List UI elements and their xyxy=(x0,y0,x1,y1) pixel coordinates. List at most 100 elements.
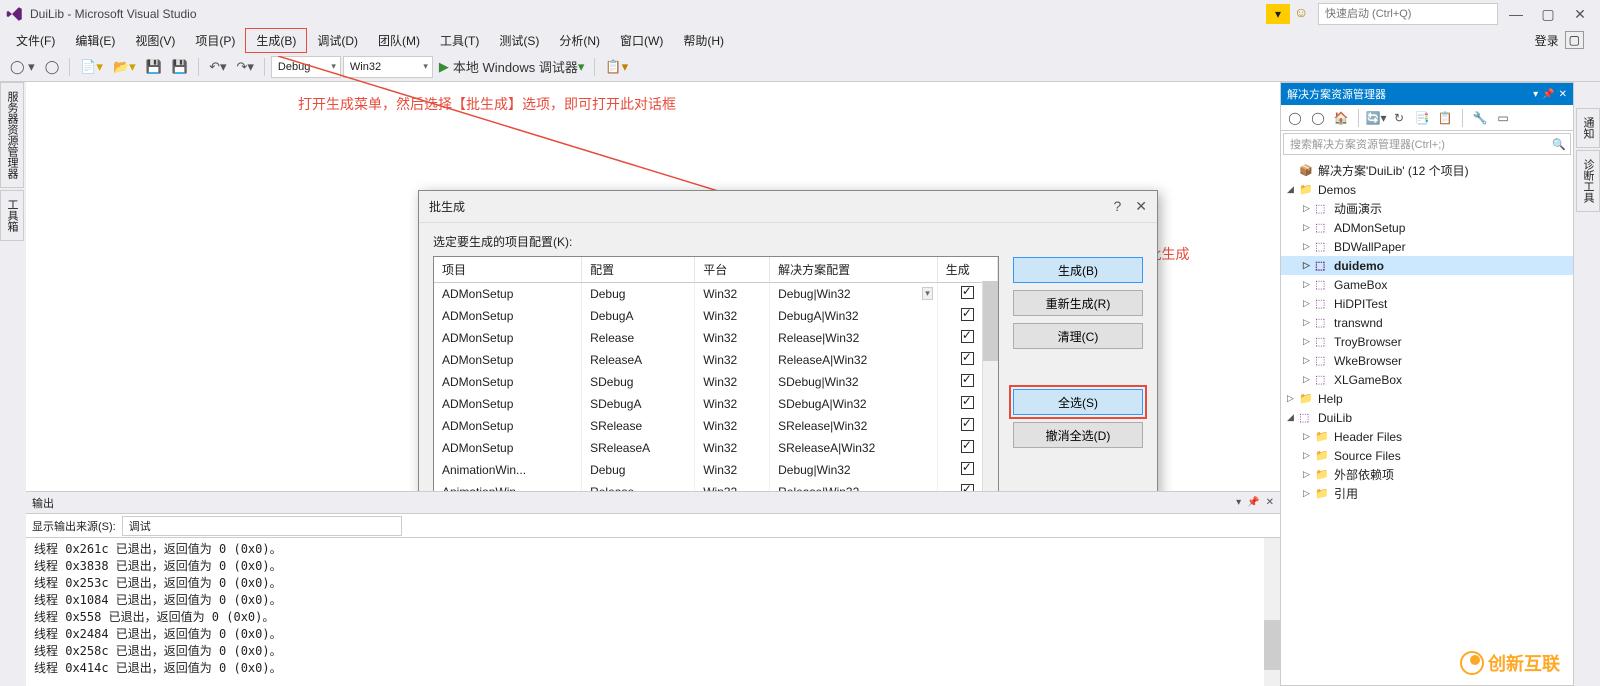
tree-item[interactable]: 📦解决方案'DuiLib' (12 个项目) xyxy=(1281,161,1573,180)
tree-item[interactable]: ▷⬚ADMonSetup xyxy=(1281,218,1573,237)
tree-item[interactable]: ▷⬚BDWallPaper xyxy=(1281,237,1573,256)
menu-item[interactable]: 分析(N) xyxy=(549,29,610,52)
server-explorer-tab[interactable]: 服务器资源管理器 xyxy=(0,82,24,188)
deselect-all-button[interactable]: 撤消全选(D) xyxy=(1013,422,1143,448)
redo-button[interactable]: ↷▾ xyxy=(232,57,257,77)
undo-button[interactable]: ↶▾ xyxy=(205,57,230,77)
save-button[interactable]: 💾 xyxy=(142,57,166,77)
notifications-tab[interactable]: 通知 xyxy=(1576,108,1600,148)
quick-launch-input[interactable] xyxy=(1318,3,1498,25)
platform-dropdown[interactable]: Win32 xyxy=(343,56,433,78)
tree-item[interactable]: ▷⬚TroyBrowser xyxy=(1281,332,1573,351)
build-checkbox[interactable] xyxy=(961,286,974,299)
tree-item[interactable]: ▷⬚动画演示 xyxy=(1281,199,1573,218)
table-row[interactable]: AnimationWin...DebugWin32Debug|Win32 xyxy=(434,459,998,481)
start-debug-button[interactable]: ▶ 本地 Windows 调试器 ▾ xyxy=(435,55,589,78)
select-all-button[interactable]: 全选(S) xyxy=(1013,389,1143,415)
config-dropdown[interactable]: Debug xyxy=(271,56,341,78)
grid-header[interactable]: 平台 xyxy=(695,257,770,283)
tree-item[interactable]: ▷📁引用 xyxy=(1281,484,1573,503)
output-close-icon[interactable]: ✕ xyxy=(1266,497,1274,508)
notification-flag-icon[interactable]: ▾ xyxy=(1266,4,1290,24)
maximize-button[interactable]: ▢ xyxy=(1534,4,1562,24)
sol-properties-icon[interactable]: 🔧 xyxy=(1470,108,1490,128)
dialog-help-button[interactable]: ? xyxy=(1113,198,1121,215)
sol-back-icon[interactable]: ◯ xyxy=(1285,108,1305,128)
table-row[interactable]: ADMonSetupDebugWin32Debug|Win32 xyxy=(434,283,998,306)
menu-item[interactable]: 帮助(H) xyxy=(673,29,734,52)
menu-item[interactable]: 工具(T) xyxy=(430,29,489,52)
table-row[interactable]: ADMonSetupDebugAWin32DebugA|Win32 xyxy=(434,305,998,327)
build-checkbox[interactable] xyxy=(961,440,974,453)
menu-item[interactable]: 生成(B) xyxy=(245,28,307,53)
table-row[interactable]: ADMonSetupSDebugWin32SDebug|Win32 xyxy=(434,371,998,393)
tree-item[interactable]: ▷📁Source Files xyxy=(1281,446,1573,465)
menu-item[interactable]: 团队(M) xyxy=(368,29,430,52)
sol-fwd-icon[interactable]: ◯ xyxy=(1308,108,1328,128)
login-link[interactable]: 登录 xyxy=(1535,32,1559,49)
build-button[interactable]: 生成(B) xyxy=(1013,257,1143,283)
table-row[interactable]: ADMonSetupSReleaseAWin32SReleaseA|Win32 xyxy=(434,437,998,459)
menu-item[interactable]: 调试(D) xyxy=(307,29,368,52)
build-checkbox[interactable] xyxy=(961,308,974,321)
tree-item[interactable]: ▷⬚HiDPITest xyxy=(1281,294,1573,313)
menu-item[interactable]: 测试(S) xyxy=(489,29,549,52)
nav-back-button[interactable]: ◯ ▾ xyxy=(6,57,39,77)
build-checkbox[interactable] xyxy=(961,374,974,387)
tree-item[interactable]: ▷⬚WkeBrowser xyxy=(1281,351,1573,370)
dialog-close-button[interactable]: ✕ xyxy=(1135,198,1147,215)
build-checkbox[interactable] xyxy=(961,396,974,409)
panel-pin-icon[interactable]: 📌 xyxy=(1542,89,1554,100)
solution-search-input[interactable]: 搜索解决方案资源管理器(Ctrl+;) xyxy=(1283,133,1571,155)
output-dropdown-icon[interactable]: ▾ xyxy=(1236,497,1241,508)
table-row[interactable]: ADMonSetupReleaseWin32Release|Win32 xyxy=(434,327,998,349)
rebuild-button[interactable]: 重新生成(R) xyxy=(1013,290,1143,316)
table-row[interactable]: ADMonSetupSDebugAWin32SDebugA|Win32 xyxy=(434,393,998,415)
tree-item[interactable]: ▷⬚duidemo xyxy=(1281,256,1573,275)
minimize-button[interactable]: — xyxy=(1502,4,1530,24)
feedback-smile-icon[interactable]: ☺ xyxy=(1294,4,1314,24)
tree-item[interactable]: ▷⬚transwnd xyxy=(1281,313,1573,332)
output-source-dropdown[interactable]: 调试 xyxy=(122,516,402,536)
tree-item[interactable]: ▷📁Header Files xyxy=(1281,427,1573,446)
output-pin-icon[interactable]: 📌 xyxy=(1247,497,1259,508)
new-project-button[interactable]: 📄▾ xyxy=(76,57,107,77)
menu-item[interactable]: 编辑(E) xyxy=(65,29,125,52)
sol-preview-icon[interactable]: ▭ xyxy=(1493,108,1513,128)
grid-header[interactable]: 项目 xyxy=(434,257,582,283)
tree-item[interactable]: ▷📁Help xyxy=(1281,389,1573,408)
grid-header[interactable]: 配置 xyxy=(582,257,695,283)
clean-button[interactable]: 清理(C) xyxy=(1013,323,1143,349)
sol-collapse-icon[interactable]: 📑 xyxy=(1412,108,1432,128)
grid-header[interactable]: 解决方案配置 xyxy=(770,257,938,283)
build-checkbox[interactable] xyxy=(961,330,974,343)
close-button[interactable]: ✕ xyxy=(1566,4,1594,24)
save-all-button[interactable]: 💾 xyxy=(168,57,192,77)
sol-showall-icon[interactable]: 📋 xyxy=(1435,108,1455,128)
tree-item[interactable]: ◢📁Demos xyxy=(1281,180,1573,199)
sol-sync-icon[interactable]: 🔄▾ xyxy=(1366,108,1386,128)
output-text[interactable]: 线程 0x261c 已退出，返回值为 0 (0x0)。 线程 0x3838 已退… xyxy=(26,538,1280,678)
build-checkbox[interactable] xyxy=(961,352,974,365)
output-scrollbar[interactable] xyxy=(1264,538,1280,686)
open-file-button[interactable]: 📂▾ xyxy=(109,57,140,77)
menu-item[interactable]: 视图(V) xyxy=(125,29,185,52)
toolbox-tab[interactable]: 工具箱 xyxy=(0,190,24,241)
build-checkbox[interactable] xyxy=(961,462,974,475)
toolbar-extra-button[interactable]: 📋▾ xyxy=(601,57,632,77)
tree-item[interactable]: ▷⬚GameBox xyxy=(1281,275,1573,294)
tree-item[interactable]: ▷⬚XLGameBox xyxy=(1281,370,1573,389)
solution-tree[interactable]: 📦解决方案'DuiLib' (12 个项目)◢📁Demos▷⬚动画演示▷⬚ADM… xyxy=(1281,157,1573,507)
user-icon[interactable]: ▢ xyxy=(1565,31,1584,49)
panel-dropdown-icon[interactable]: ▾ xyxy=(1533,89,1538,100)
table-row[interactable]: ADMonSetupReleaseAWin32ReleaseA|Win32 xyxy=(434,349,998,371)
menu-item[interactable]: 项目(P) xyxy=(185,29,245,52)
table-row[interactable]: ADMonSetupSReleaseWin32SRelease|Win32 xyxy=(434,415,998,437)
sol-refresh-icon[interactable]: ↻ xyxy=(1389,108,1409,128)
menu-item[interactable]: 文件(F) xyxy=(6,29,65,52)
build-checkbox[interactable] xyxy=(961,418,974,431)
nav-fwd-button[interactable]: ◯ xyxy=(41,57,64,77)
sol-home-icon[interactable]: 🏠 xyxy=(1331,108,1351,128)
diagnostics-tab[interactable]: 诊断工具 xyxy=(1576,150,1600,212)
tree-item[interactable]: ▷📁外部依赖项 xyxy=(1281,465,1573,484)
